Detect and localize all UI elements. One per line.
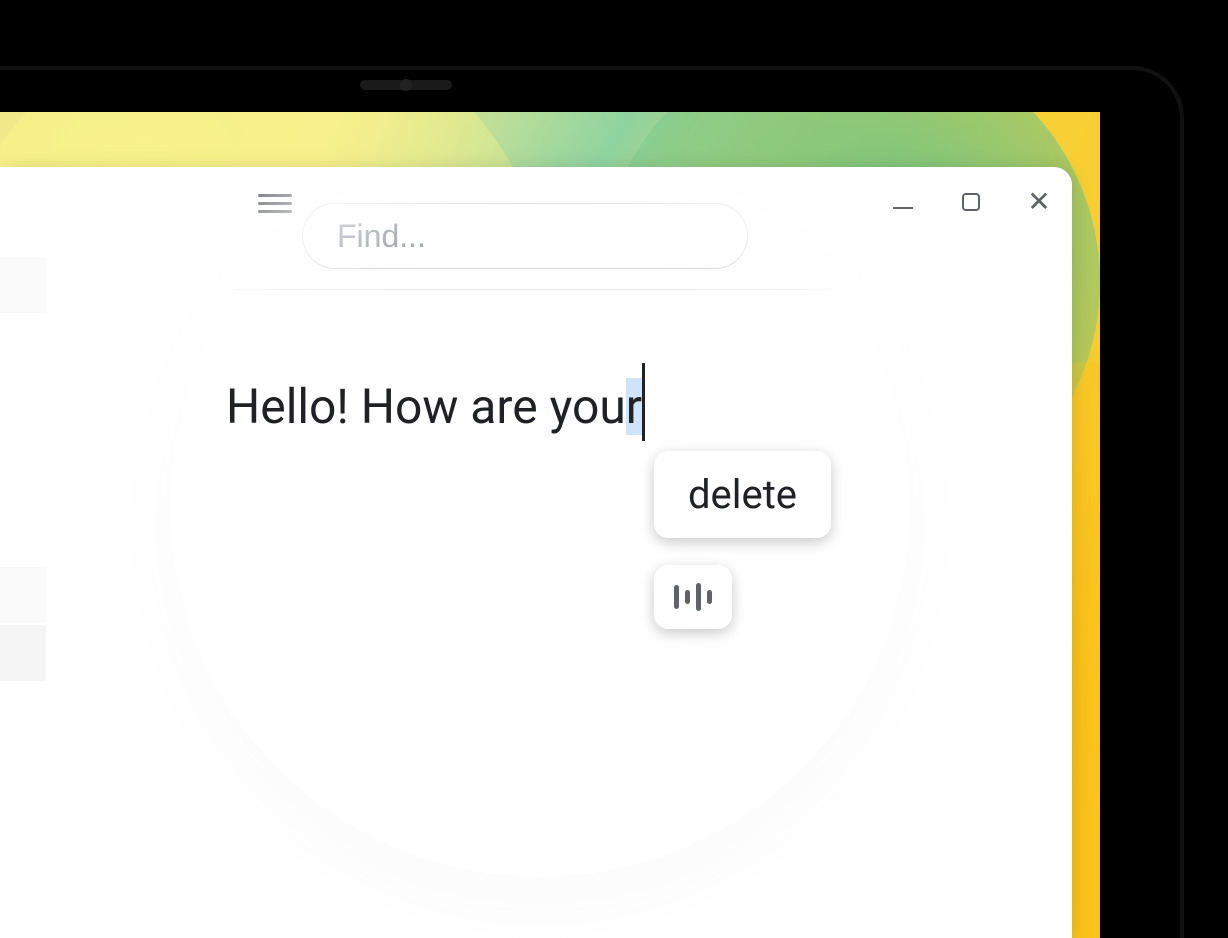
search-field[interactable]: [302, 203, 748, 269]
window-controls: ✕: [888, 187, 1054, 217]
voice-input-button[interactable]: [654, 565, 732, 629]
minimize-icon: [893, 207, 913, 209]
maximize-button[interactable]: [956, 187, 986, 217]
app-window: ✕ Hello! How are your delete: [0, 167, 1072, 938]
menu-icon[interactable]: [258, 189, 292, 217]
search-input[interactable]: [337, 218, 713, 255]
close-icon: ✕: [1027, 188, 1050, 216]
camera-dot: [400, 79, 412, 91]
text-editor-content[interactable]: Hello! How are your: [226, 367, 645, 445]
suggestion-label: delete: [688, 471, 797, 518]
close-button[interactable]: ✕: [1024, 187, 1054, 217]
text-caret: [642, 363, 645, 441]
maximize-icon: [962, 193, 980, 211]
suggestion-delete[interactable]: delete: [654, 451, 831, 538]
header-divider: [234, 289, 832, 290]
editor-selection: r: [626, 378, 642, 435]
sidebar-item[interactable]: [0, 567, 46, 623]
voice-waveform-icon: [674, 583, 712, 611]
sidebar-item[interactable]: [0, 625, 46, 681]
minimize-button[interactable]: [888, 187, 918, 217]
sidebar: [0, 167, 46, 938]
sidebar-item[interactable]: [0, 257, 46, 313]
editor-text: Hello! How are you: [226, 378, 626, 435]
desktop-wallpaper: ✕ Hello! How are your delete: [0, 112, 1100, 938]
